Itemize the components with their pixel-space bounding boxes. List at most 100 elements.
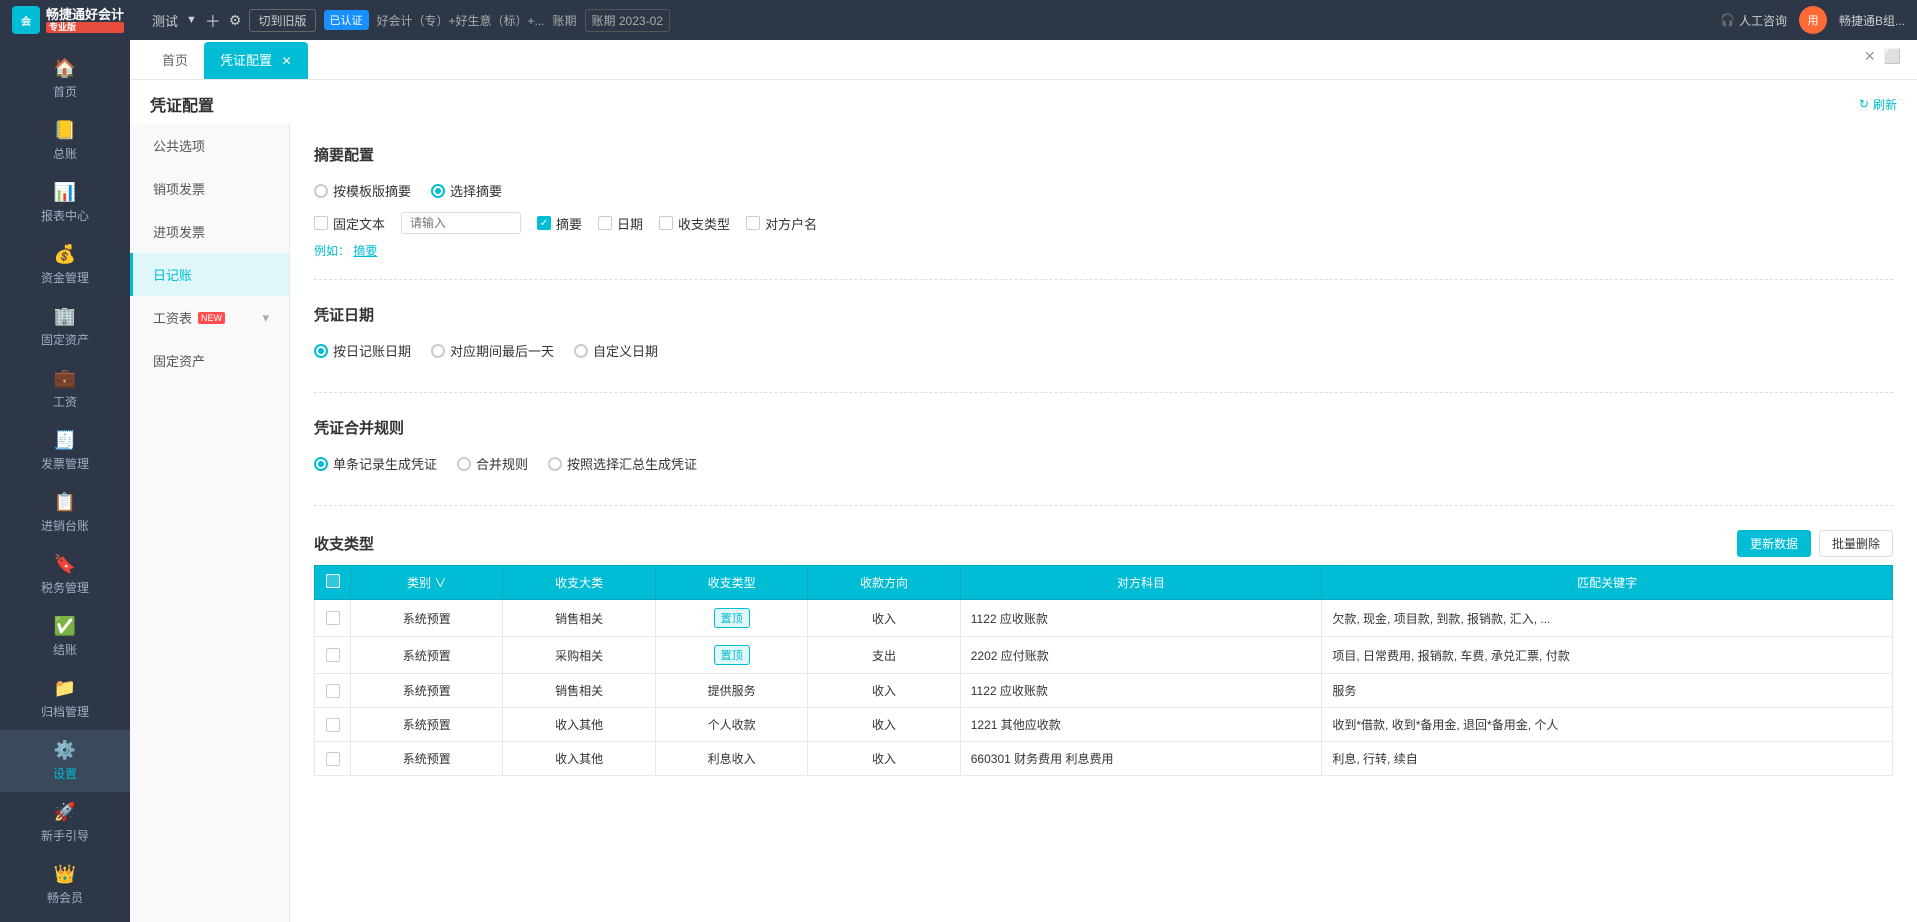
radio-circle-custom [574,344,588,358]
sidebar-item-salary[interactable]: 💼 工资 [0,358,130,420]
period-label-text: 账期 [553,12,577,29]
config-menu-public[interactable]: 公共选项 [130,124,289,167]
row-checkbox-4[interactable] [315,742,351,776]
radio-custom-label: 自定义日期 [593,341,658,360]
sidebar-item-tax[interactable]: 🔖 税务管理 [0,544,130,606]
sidebar-label-purchase: 进销台账 [41,517,89,534]
radio-dot-single [318,461,324,467]
sidebar-label-salary: 工资 [53,393,77,410]
cell-category-4: 系统预置 [351,742,503,776]
master-checkbox[interactable] [326,574,340,588]
cell-category-2: 系统预置 [351,674,503,708]
update-data-button[interactable]: 更新数据 [1737,530,1811,557]
fixed-text-input[interactable] [401,212,521,234]
period-badge[interactable]: 账期 2023-02 [585,9,670,32]
logo-area: 会 畅捷通好会计 专业版 [12,6,142,34]
config-menu-purchase-invoice[interactable]: 进项发票 [130,210,289,253]
radio-summary-gen[interactable]: 按照选择汇总生成凭证 [548,454,697,473]
sidebar-item-archive[interactable]: 📁 归档管理 [0,668,130,730]
page-title: 凭证配置 [150,92,214,116]
checkbox-counterpart-label: 对方户名 [765,214,817,233]
settle-icon: ✅ [54,616,76,637]
th-checkbox[interactable] [315,566,351,600]
username-text[interactable]: 畅捷通B组... [1839,12,1905,29]
sidebar-item-funds[interactable]: 💰 资金管理 [0,234,130,296]
header-add-icon[interactable]: ＋ [205,8,221,32]
expand-icon[interactable]: ▾ [262,310,269,326]
batch-delete-button[interactable]: 批量删除 [1819,530,1893,557]
type-tag-1[interactable]: 置顶 [714,645,750,665]
radio-single[interactable]: 单条记录生成凭证 [314,454,437,473]
checkbox-box-date [598,216,612,230]
home-icon: 🏠 [54,58,76,79]
sidebar-item-settle[interactable]: ✅ 结账 [0,606,130,668]
page-content: 凭证配置 ↻ 刷新 公共选项 销项发票 进项发票 [130,80,1917,922]
checkbox-row-4[interactable] [326,752,340,766]
cell-direction-4: 收入 [808,742,960,776]
tab-home[interactable]: 首页 [146,42,204,79]
sidebar-item-ledger[interactable]: 📒 总账 [0,110,130,172]
sidebar-label-home: 首页 [53,83,77,100]
example-link[interactable]: 摘要 [353,244,377,258]
row-checkbox-1[interactable] [315,637,351,674]
row-checkbox-3[interactable] [315,708,351,742]
checkbox-row-1[interactable] [326,648,340,662]
service-button[interactable]: 🎧 人工咨询 [1720,12,1787,29]
config-menu-journal[interactable]: 日记账 [130,253,289,296]
sidebar-item-assets[interactable]: 🏢 固定资产 [0,296,130,358]
radio-merge[interactable]: 合并规则 [457,454,528,473]
sidebar-item-member[interactable]: 👑 畅会员 [0,854,130,916]
sidebar-item-settings[interactable]: ⚙️ 设置 [0,730,130,792]
cell-keywords-4: 利息, 行转, 续自 [1322,742,1893,776]
purchase-icon: 📋 [54,492,76,513]
config-panel: 摘要配置 按模板版摘要 选择摘要 [290,124,1917,922]
switch-version-button[interactable]: 切到旧版 [249,9,315,32]
checkbox-summary[interactable]: ✓ 摘要 [537,214,582,233]
config-menu-fixed-assets[interactable]: 固定资产 [130,339,289,382]
tab-voucher-config[interactable]: 凭证配置 ✕ [204,42,308,79]
window-maximize-icon[interactable]: ⬜ [1884,48,1901,65]
sidebar-item-guide[interactable]: 🚀 新手引导 [0,792,130,854]
radio-circle-journal-date [314,344,328,358]
config-menu-sales-invoice[interactable]: 销项发票 [130,167,289,210]
radio-circle-select [431,184,445,198]
th-direction: 收款方向 [808,566,960,600]
cell-account-2: 1122 应收账款 [960,674,1322,708]
income-expense-table: 类别 ∨ 收支大类 收支类型 收款方向 对方科目 匹配关键字 [314,565,1893,776]
header-dropdown-icon[interactable]: ▼ [186,14,197,26]
sidebar-item-reports[interactable]: 📊 报表中心 [0,172,130,234]
sidebar-item-home[interactable]: 🏠 首页 [0,48,130,110]
user-avatar[interactable]: 用 [1799,6,1827,34]
radio-custom-date[interactable]: 自定义日期 [574,341,658,360]
sidebar-item-purchase[interactable]: 📋 进销台账 [0,482,130,544]
window-close-icon[interactable]: ✕ [1864,48,1876,65]
radio-period-last[interactable]: 对应期间最后一天 [431,341,554,360]
config-menu-journal-label: 日记账 [153,265,192,284]
radio-journal-date[interactable]: 按日记账日期 [314,341,411,360]
type-tag-0[interactable]: 置顶 [714,608,750,628]
row-checkbox-0[interactable] [315,600,351,637]
checkbox-type[interactable]: 收支类型 [659,214,730,233]
sidebar-label-reports: 报表中心 [41,207,89,224]
sidebar-item-invoice[interactable]: 🧾 发票管理 [0,420,130,482]
header-module-tab[interactable]: 测试 [152,11,178,30]
checkbox-counterpart[interactable]: 对方户名 [746,214,817,233]
refresh-button[interactable]: ↻ 刷新 [1859,96,1897,113]
merge-radio-group: 单条记录生成凭证 合并规则 按照选择汇总生成凭证 [314,454,1893,473]
radio-select[interactable]: 选择摘要 [431,181,502,200]
row-checkbox-2[interactable] [315,674,351,708]
radio-template[interactable]: 按模板版摘要 [314,181,411,200]
config-menu-sales-label: 销项发票 [153,179,205,198]
archive-icon: 📁 [54,678,76,699]
content-area: 首页 凭证配置 ✕ ✕ ⬜ 凭证配置 ↻ 刷新 [130,40,1917,922]
config-menu-payroll[interactable]: 工资表 NEW ▾ [130,296,289,339]
checkbox-row-0[interactable] [326,611,340,625]
cell-direction-2: 收入 [808,674,960,708]
tab-close-icon[interactable]: ✕ [282,54,292,68]
checkbox-row-3[interactable] [326,718,340,732]
header-gear-icon[interactable]: ⚙ [229,12,242,29]
checkbox-fixed-text[interactable]: 固定文本 [314,214,385,233]
cell-type-3: 个人收款 [655,708,807,742]
checkbox-date[interactable]: 日期 [598,214,643,233]
checkbox-row-2[interactable] [326,684,340,698]
